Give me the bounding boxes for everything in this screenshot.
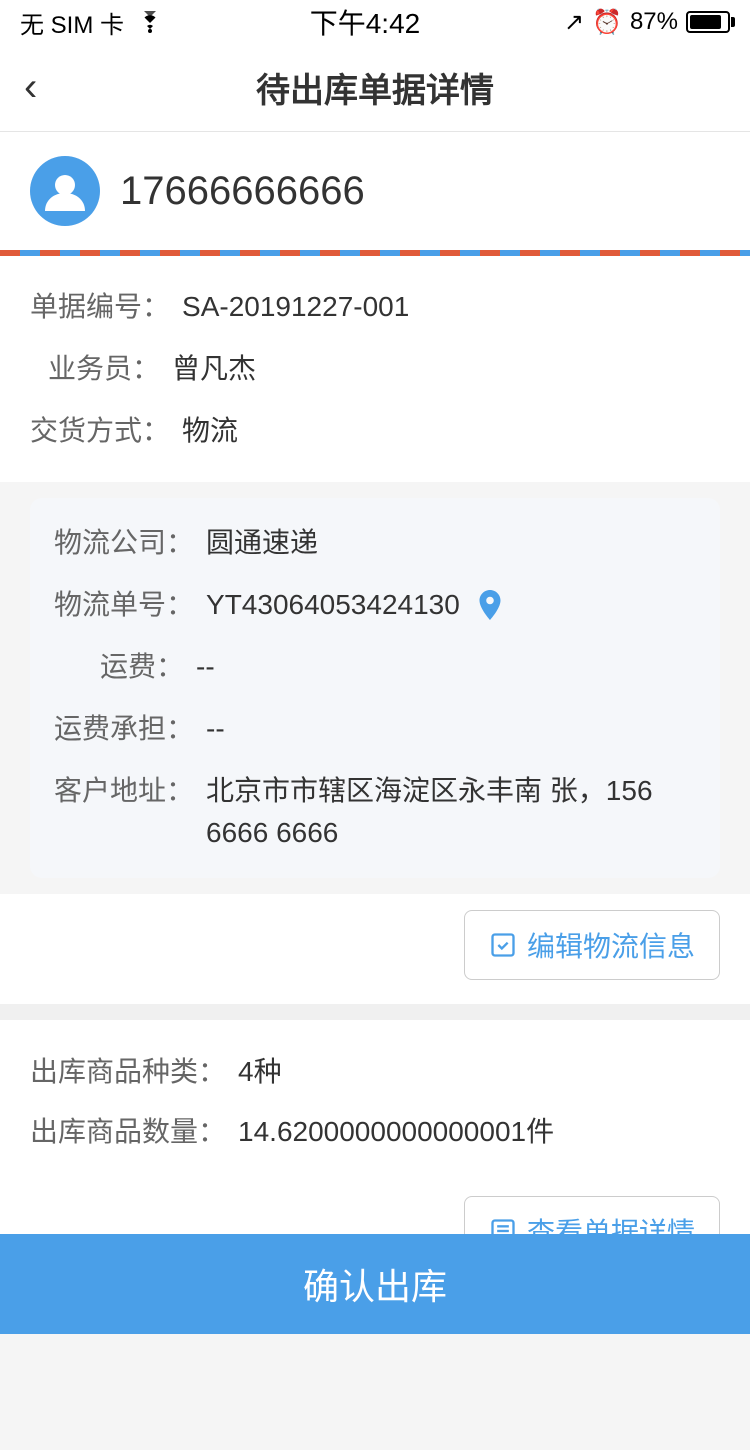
delivery-label: 交货方式： bbox=[30, 410, 170, 452]
logistics-tracking-label: 物流单号： bbox=[54, 584, 194, 626]
goods-types-label: 出库商品种类： bbox=[30, 1050, 226, 1090]
alarm-indicator: ⏰ bbox=[592, 8, 622, 37]
logistics-address-row: 客户地址： 北京市市辖区海淀区永丰南 张，156 6666 6666 bbox=[54, 770, 696, 854]
logistics-tracking-row: 物流单号： YT43064053424130 bbox=[54, 584, 696, 626]
status-time: 下午4:42 bbox=[310, 2, 421, 42]
carrier-label: 无 SIM 卡 bbox=[20, 5, 124, 40]
location-indicator: ↗ bbox=[564, 8, 584, 37]
logistics-freight-bearer-row: 运费承担： -- bbox=[54, 708, 696, 750]
status-bar: 无 SIM 卡 下午4:42 ↗ ⏰ 87% bbox=[0, 0, 750, 44]
goods-quantity-label: 出库商品数量： bbox=[30, 1110, 226, 1150]
tracking-location-icon[interactable] bbox=[472, 587, 508, 623]
logistics-card: 物流公司： 圆通速递 物流单号： YT43064053424130 运费： --… bbox=[30, 498, 720, 878]
doc-number-value: SA-20191227-001 bbox=[182, 286, 720, 328]
nav-title: 待出库单据详情 bbox=[256, 63, 494, 112]
section-divider bbox=[0, 1004, 750, 1020]
goods-section: 出库商品种类： 4种 出库商品数量： 14.6200000000000001件 bbox=[0, 1020, 750, 1180]
edit-icon bbox=[489, 931, 517, 959]
salesperson-row: 业务员： 曾凡杰 bbox=[30, 348, 720, 390]
user-avatar bbox=[30, 156, 100, 226]
salesperson-value: 曾凡杰 bbox=[172, 348, 720, 390]
doc-number-row: 单据编号： SA-20191227-001 bbox=[30, 286, 720, 328]
edit-btn-container: 编辑物流信息 bbox=[0, 894, 750, 1004]
logistics-company-value: 圆通速递 bbox=[206, 522, 696, 564]
goods-types-row: 出库商品种类： 4种 bbox=[30, 1050, 720, 1090]
wifi-icon bbox=[134, 11, 166, 33]
goods-types-value: 4种 bbox=[238, 1050, 282, 1090]
logistics-freight-row: 运费： -- bbox=[54, 646, 696, 688]
logistics-freight-bearer-label: 运费承担： bbox=[54, 708, 194, 750]
goods-quantity-value: 14.6200000000000001件 bbox=[238, 1110, 554, 1150]
logistics-freight-value: -- bbox=[196, 646, 696, 688]
logistics-freight-label: 运费： bbox=[54, 646, 184, 688]
edit-logistics-button[interactable]: 编辑物流信息 bbox=[464, 910, 720, 980]
status-left: 无 SIM 卡 bbox=[20, 5, 166, 40]
user-phone: 17666666666 bbox=[120, 169, 365, 214]
confirm-button[interactable]: 确认出库 bbox=[0, 1234, 750, 1334]
delivery-value: 物流 bbox=[182, 410, 720, 452]
logistics-address-label: 客户地址： bbox=[54, 770, 194, 812]
doc-number-label: 单据编号： bbox=[30, 286, 170, 328]
battery-fill bbox=[690, 15, 721, 29]
logistics-freight-bearer-value: -- bbox=[206, 708, 696, 750]
status-right: ↗ ⏰ 87% bbox=[564, 8, 730, 37]
avatar-icon bbox=[41, 167, 89, 215]
confirm-btn-label: 确认出库 bbox=[303, 1258, 447, 1310]
logistics-tracking-value: YT43064053424130 bbox=[206, 584, 696, 626]
back-button[interactable]: ‹ bbox=[24, 65, 37, 110]
goods-quantity-row: 出库商品数量： 14.6200000000000001件 bbox=[30, 1110, 720, 1150]
salesperson-label: 业务员： bbox=[30, 348, 160, 390]
delivery-row: 交货方式： 物流 bbox=[30, 410, 720, 452]
document-info-section: 单据编号： SA-20191227-001 业务员： 曾凡杰 交货方式： 物流 bbox=[0, 256, 750, 482]
battery-percent: 87% bbox=[630, 8, 678, 36]
battery-icon bbox=[686, 11, 730, 33]
logistics-company-label: 物流公司： bbox=[54, 522, 194, 564]
edit-logistics-label: 编辑物流信息 bbox=[527, 925, 695, 965]
user-header: 17666666666 bbox=[0, 132, 750, 250]
logistics-company-row: 物流公司： 圆通速递 bbox=[54, 522, 696, 564]
nav-bar: ‹ 待出库单据详情 bbox=[0, 44, 750, 132]
logistics-address-value: 北京市市辖区海淀区永丰南 张，156 6666 6666 bbox=[206, 770, 696, 854]
